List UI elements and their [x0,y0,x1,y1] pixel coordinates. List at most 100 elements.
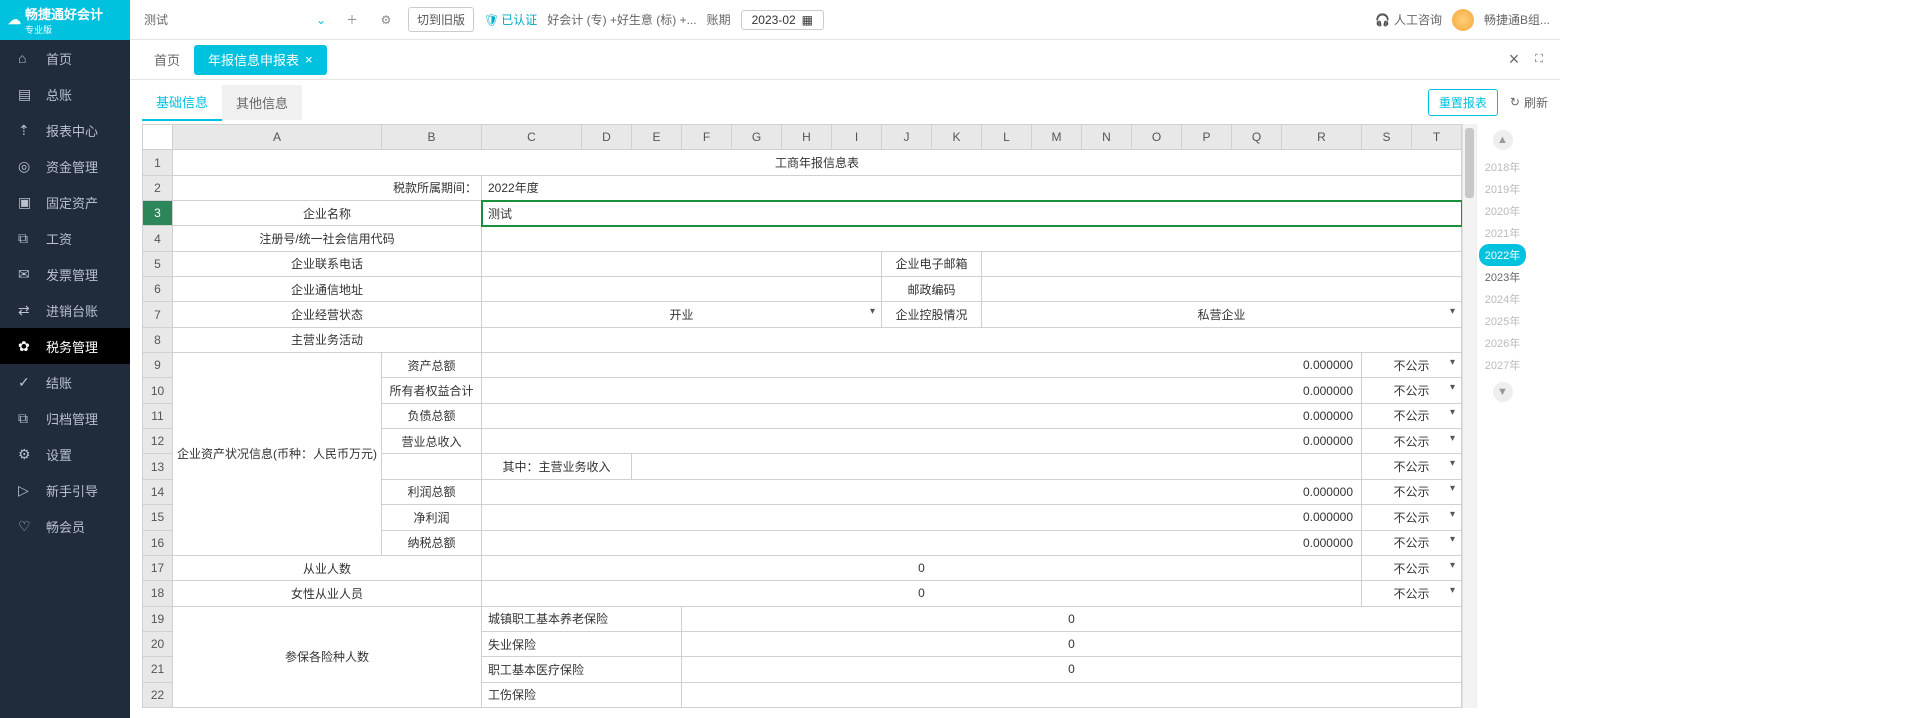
nav-总账[interactable]: ▤总账 [0,76,130,112]
col-A[interactable]: A [173,125,382,150]
nav-固定资产[interactable]: ▣固定资产 [0,184,130,220]
row-10[interactable]: 10 [143,378,173,403]
subtab-other[interactable]: 其他信息 [222,85,302,120]
nav-设置[interactable]: ⚙设置 [0,436,130,472]
old-version-button[interactable]: 切到旧版 [408,7,474,32]
row-9[interactable]: 9 [143,353,173,378]
topbar: 测试 ⌄ ＋ ⚙ 切到旧版 🛡 已认证 好会计 (专) +好生意 (标) +..… [130,0,1560,40]
year-2023年[interactable]: 2023年 [1479,266,1526,288]
year-up-icon[interactable]: ▲ [1493,130,1513,150]
year-2027年[interactable]: 2027年 [1479,354,1526,376]
row-21[interactable]: 21 [143,657,173,682]
nav-归档管理[interactable]: ⧉归档管理 [0,400,130,436]
nav-畅会员[interactable]: ♡畅会员 [0,508,130,544]
row-19[interactable]: 19 [143,606,173,631]
col-S[interactable]: S [1362,125,1412,150]
business-status-select[interactable]: 开业 [482,302,882,327]
nav-首页[interactable]: ⌂首页 [0,40,130,76]
company-name-cell[interactable]: 测试 [482,201,1462,226]
year-2021年[interactable]: 2021年 [1479,222,1526,244]
expand-icon[interactable]: ⛶ [1528,49,1550,71]
row-16[interactable]: 16 [143,530,173,555]
col-N[interactable]: N [1082,125,1132,150]
year-2026年[interactable]: 2026年 [1479,332,1526,354]
col-K[interactable]: K [932,125,982,150]
publish-select[interactable]: 不公示 [1362,353,1462,378]
nav-结账[interactable]: ✓结账 [0,364,130,400]
row-18[interactable]: 18 [143,581,173,606]
col-D[interactable]: D [582,125,632,150]
refresh-button[interactable]: ↻ 刷新 [1510,94,1548,111]
publish-select[interactable]: 不公示 [1362,505,1462,530]
col-G[interactable]: G [732,125,782,150]
company-select[interactable]: 测试 ⌄ [140,7,330,33]
row-14[interactable]: 14 [143,479,173,504]
publish-select[interactable]: 不公示 [1362,479,1462,504]
publish-select[interactable]: 不公示 [1362,403,1462,428]
publish-select[interactable]: 不公示 [1362,530,1462,555]
row-3[interactable]: 3 [143,201,173,226]
col-I[interactable]: I [832,125,882,150]
col-T[interactable]: T [1412,125,1462,150]
row-4[interactable]: 4 [143,226,173,251]
publish-select[interactable]: 不公示 [1362,429,1462,454]
row-13[interactable]: 13 [143,454,173,479]
holding-select[interactable]: 私营企业 [982,302,1462,327]
nav-报表中心[interactable]: ⇡报表中心 [0,112,130,148]
nav-新手引导[interactable]: ▷新手引导 [0,472,130,508]
row-15[interactable]: 15 [143,505,173,530]
col-B[interactable]: B [382,125,482,150]
row-12[interactable]: 12 [143,429,173,454]
col-J[interactable]: J [882,125,932,150]
tab-home[interactable]: 首页 [140,40,194,80]
vertical-scrollbar[interactable] [1462,124,1476,708]
subtab-basic[interactable]: 基础信息 [142,84,222,121]
tab-annual-report[interactable]: 年报信息申报表 × [194,45,327,75]
row-8[interactable]: 8 [143,327,173,352]
col-E[interactable]: E [632,125,682,150]
col-P[interactable]: P [1182,125,1232,150]
reset-report-button[interactable]: 重置报表 [1428,89,1498,116]
col-F[interactable]: F [682,125,732,150]
year-2019年[interactable]: 2019年 [1479,178,1526,200]
period-select[interactable]: 2023-02 ▦ [741,10,824,30]
year-2022年[interactable]: 2022年 [1479,244,1526,266]
add-icon[interactable]: ＋ [340,8,364,32]
col-H[interactable]: H [782,125,832,150]
nav-工资[interactable]: ⧉工资 [0,220,130,256]
row-6[interactable]: 6 [143,277,173,302]
row-1[interactable]: 1 [143,150,173,175]
nav-税务管理[interactable]: ✿税务管理 [0,328,130,364]
nav-发票管理[interactable]: ✉发票管理 [0,256,130,292]
username: 畅捷通B组... [1484,11,1550,28]
year-2025年[interactable]: 2025年 [1479,310,1526,332]
col-Q[interactable]: Q [1232,125,1282,150]
close-icon[interactable]: × [305,52,313,67]
year-2024年[interactable]: 2024年 [1479,288,1526,310]
nav-进销台账[interactable]: ⇄进销台账 [0,292,130,328]
row-5[interactable]: 5 [143,251,173,276]
period-value-cell[interactable]: 2022年度 [482,175,1462,200]
row-22[interactable]: 22 [143,682,173,707]
col-M[interactable]: M [1032,125,1082,150]
year-2018年[interactable]: 2018年 [1479,156,1526,178]
row-20[interactable]: 20 [143,631,173,656]
col-O[interactable]: O [1132,125,1182,150]
publish-select[interactable]: 不公示 [1362,454,1462,479]
spreadsheet[interactable]: ABCDEFGHIJKLMNOPQRST1工商年报信息表2税款所属期间：2022… [142,124,1462,708]
row-17[interactable]: 17 [143,555,173,580]
year-2020年[interactable]: 2020年 [1479,200,1526,222]
tabs-close-all[interactable]: × [1500,46,1528,74]
row-11[interactable]: 11 [143,403,173,428]
row-2[interactable]: 2 [143,175,173,200]
row-7[interactable]: 7 [143,302,173,327]
col-L[interactable]: L [982,125,1032,150]
support-link[interactable]: 🎧 人工咨询 [1375,11,1442,28]
gear-icon[interactable]: ⚙ [374,8,398,32]
col-C[interactable]: C [482,125,582,150]
publish-select[interactable]: 不公示 [1362,378,1462,403]
col-R[interactable]: R [1282,125,1362,150]
nav-资金管理[interactable]: ◎资金管理 [0,148,130,184]
avatar[interactable] [1452,9,1474,31]
year-down-icon[interactable]: ▼ [1493,382,1513,402]
